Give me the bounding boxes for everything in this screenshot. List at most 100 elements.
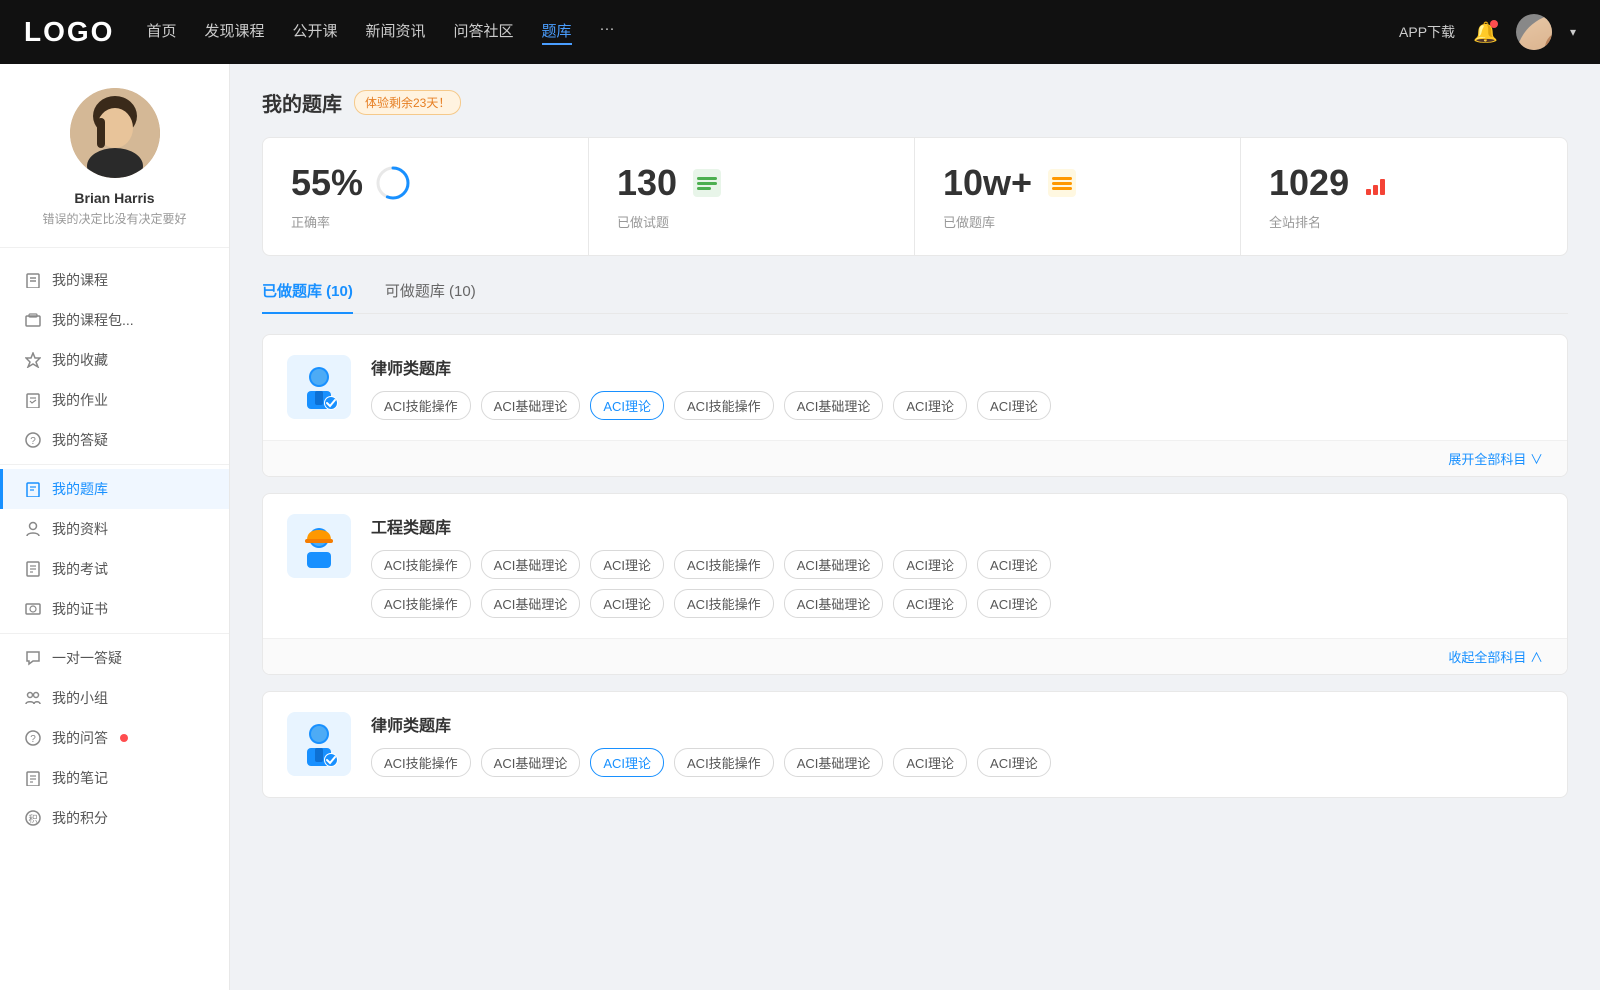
tag-2-r2-1[interactable]: ACI技能操作	[371, 589, 471, 618]
tag-2-4[interactable]: ACI技能操作	[674, 550, 774, 579]
main-content: 我的题库 体验剩余23天！ 55% 正确率	[230, 64, 1600, 990]
tab-done[interactable]: 已做题库 (10)	[262, 280, 353, 313]
sidebar-item-qa[interactable]: ? 我的答疑	[0, 420, 229, 460]
stats-row: 55% 正确率 130	[262, 137, 1568, 256]
stat-done-banks: 10w+ 已做题库	[915, 138, 1241, 255]
nav-home[interactable]: 首页	[146, 20, 176, 45]
stat-rank-label: 全站排名	[1269, 212, 1539, 231]
sidebar-item-myqa[interactable]: ? 我的问答	[0, 718, 229, 758]
tab-todo[interactable]: 可做题库 (10)	[385, 280, 476, 313]
tag-2-r2-2[interactable]: ACI基础理论	[481, 589, 581, 618]
nav-qa[interactable]: 问答社区	[454, 20, 514, 45]
tag-3-7[interactable]: ACI理论	[977, 748, 1051, 777]
sidebar-avatar	[70, 88, 160, 178]
sidebar-item-points[interactable]: 积 我的积分	[0, 798, 229, 838]
chat-icon	[24, 649, 42, 667]
notification-bell[interactable]: 🔔	[1473, 20, 1498, 45]
tag-3-3[interactable]: ACI理论	[590, 748, 664, 777]
expand-link-1[interactable]: 展开全部科目 ∨	[263, 440, 1567, 476]
app-download-link[interactable]: APP下载	[1399, 22, 1455, 42]
tag-2-r2-4[interactable]: ACI技能操作	[674, 589, 774, 618]
nav-qbank[interactable]: 题库	[542, 20, 572, 45]
points-icon: 积	[24, 809, 42, 827]
qbank-card-1-title: 律师类题库	[371, 355, 1543, 379]
qbank-icon	[24, 480, 42, 498]
sidebar-item-exam-label: 我的考试	[52, 559, 108, 579]
tag-3-4[interactable]: ACI技能操作	[674, 748, 774, 777]
avatar[interactable]	[1516, 14, 1552, 50]
sidebar-item-course[interactable]: 我的课程	[0, 260, 229, 300]
sidebar-item-group-label: 我的小组	[52, 688, 108, 708]
stat-done-banks-top: 10w+	[943, 162, 1212, 204]
tag-1-4[interactable]: ACI技能操作	[674, 391, 774, 420]
notification-dot	[1490, 20, 1498, 28]
stat-done-questions: 130 已做试题	[589, 138, 915, 255]
sidebar-item-homework[interactable]: 我的作业	[0, 380, 229, 420]
qbank-card-2-tags-row1: ACI技能操作 ACI基础理论 ACI理论 ACI技能操作 ACI基础理论 AC…	[371, 550, 1543, 579]
stat-rank: 1029 全站排名	[1241, 138, 1567, 255]
trial-badge: 体验剩余23天！	[354, 90, 461, 115]
nav-more[interactable]: ···	[600, 20, 615, 45]
tag-2-1[interactable]: ACI技能操作	[371, 550, 471, 579]
avatar-image	[1516, 14, 1552, 50]
divider-1	[0, 464, 229, 465]
tag-1-7[interactable]: ACI理论	[977, 391, 1051, 420]
sidebar-item-exam[interactable]: 我的考试	[0, 549, 229, 589]
sidebar-item-course-pkg-label: 我的课程包...	[52, 310, 134, 330]
tag-2-r2-7[interactable]: ACI理论	[977, 589, 1051, 618]
collapse-link-2[interactable]: 收起全部科目 ∧	[263, 638, 1567, 674]
nav-discover[interactable]: 发现课程	[204, 20, 264, 45]
group-icon	[24, 689, 42, 707]
sidebar-item-profile[interactable]: 我的资料	[0, 509, 229, 549]
nav-open-course[interactable]: 公开课	[292, 20, 337, 45]
tag-2-5[interactable]: ACI基础理论	[784, 550, 884, 579]
qbank-card-1-tags: ACI技能操作 ACI基础理论 ACI理论 ACI技能操作 ACI基础理论 AC…	[371, 391, 1543, 420]
tag-2-6[interactable]: ACI理论	[893, 550, 967, 579]
sidebar-item-qbank[interactable]: 我的题库	[0, 469, 229, 509]
tag-3-6[interactable]: ACI理论	[893, 748, 967, 777]
tag-2-r2-3[interactable]: ACI理论	[590, 589, 664, 618]
sidebar-item-group[interactable]: 我的小组	[0, 678, 229, 718]
sidebar-menu: 我的课程 我的课程包... 我的收藏 我的作业	[0, 248, 229, 850]
tag-2-3[interactable]: ACI理论	[590, 550, 664, 579]
tag-3-2[interactable]: ACI基础理论	[481, 748, 581, 777]
sidebar-item-cert[interactable]: 我的证书	[0, 589, 229, 629]
tag-2-7[interactable]: ACI理论	[977, 550, 1051, 579]
tag-1-5[interactable]: ACI基础理论	[784, 391, 884, 420]
sidebar-item-collection[interactable]: 我的收藏	[0, 340, 229, 380]
done-banks-icon	[1044, 165, 1080, 201]
tag-1-6[interactable]: ACI理论	[893, 391, 967, 420]
sidebar-item-points-label: 我的积分	[52, 808, 108, 828]
nav-news[interactable]: 新闻资讯	[366, 20, 426, 45]
qbank-card-2-title: 工程类题库	[371, 514, 1543, 538]
sidebar-item-collection-label: 我的收藏	[52, 350, 108, 370]
stat-done-questions-value: 130	[617, 162, 677, 204]
qbank-card-2-inner: 工程类题库 ACI技能操作 ACI基础理论 ACI理论 ACI技能操作 ACI基…	[263, 494, 1567, 638]
sidebar-item-cert-label: 我的证书	[52, 599, 108, 619]
sidebar-item-course-pkg[interactable]: 我的课程包...	[0, 300, 229, 340]
tag-2-r2-6[interactable]: ACI理论	[893, 589, 967, 618]
qbank-card-3: 律师类题库 ACI技能操作 ACI基础理论 ACI理论 ACI技能操作 ACI基…	[262, 691, 1568, 798]
tag-2-2[interactable]: ACI基础理论	[481, 550, 581, 579]
tag-2-r2-5[interactable]: ACI基础理论	[784, 589, 884, 618]
sidebar-item-1on1[interactable]: 一对一答疑	[0, 638, 229, 678]
qbank-icon-lawyer-2	[287, 712, 351, 776]
qbank-card-3-info: 律师类题库 ACI技能操作 ACI基础理论 ACI理论 ACI技能操作 ACI基…	[371, 712, 1543, 777]
qbank-card-2-tags-row2: ACI技能操作 ACI基础理论 ACI理论 ACI技能操作 ACI基础理论 AC…	[371, 589, 1543, 618]
tag-1-3[interactable]: ACI理论	[590, 391, 664, 420]
cert-icon	[24, 600, 42, 618]
tag-1-2[interactable]: ACI基础理论	[481, 391, 581, 420]
tag-1-1[interactable]: ACI技能操作	[371, 391, 471, 420]
tag-3-1[interactable]: ACI技能操作	[371, 748, 471, 777]
accuracy-icon	[375, 165, 411, 201]
question-icon: ?	[24, 431, 42, 449]
sidebar-item-notes[interactable]: 我的笔记	[0, 758, 229, 798]
profile-dropdown-arrow[interactable]: ▾	[1570, 25, 1576, 39]
sidebar-item-profile-label: 我的资料	[52, 519, 108, 539]
sidebar-item-qa-label: 我的答疑	[52, 430, 108, 450]
course-pkg-icon	[24, 311, 42, 329]
tag-3-5[interactable]: ACI基础理论	[784, 748, 884, 777]
qbank-card-3-title: 律师类题库	[371, 712, 1543, 736]
homework-icon	[24, 391, 42, 409]
sidebar: Brian Harris 错误的决定比没有决定要好 我的课程 我的课程包...	[0, 64, 230, 990]
